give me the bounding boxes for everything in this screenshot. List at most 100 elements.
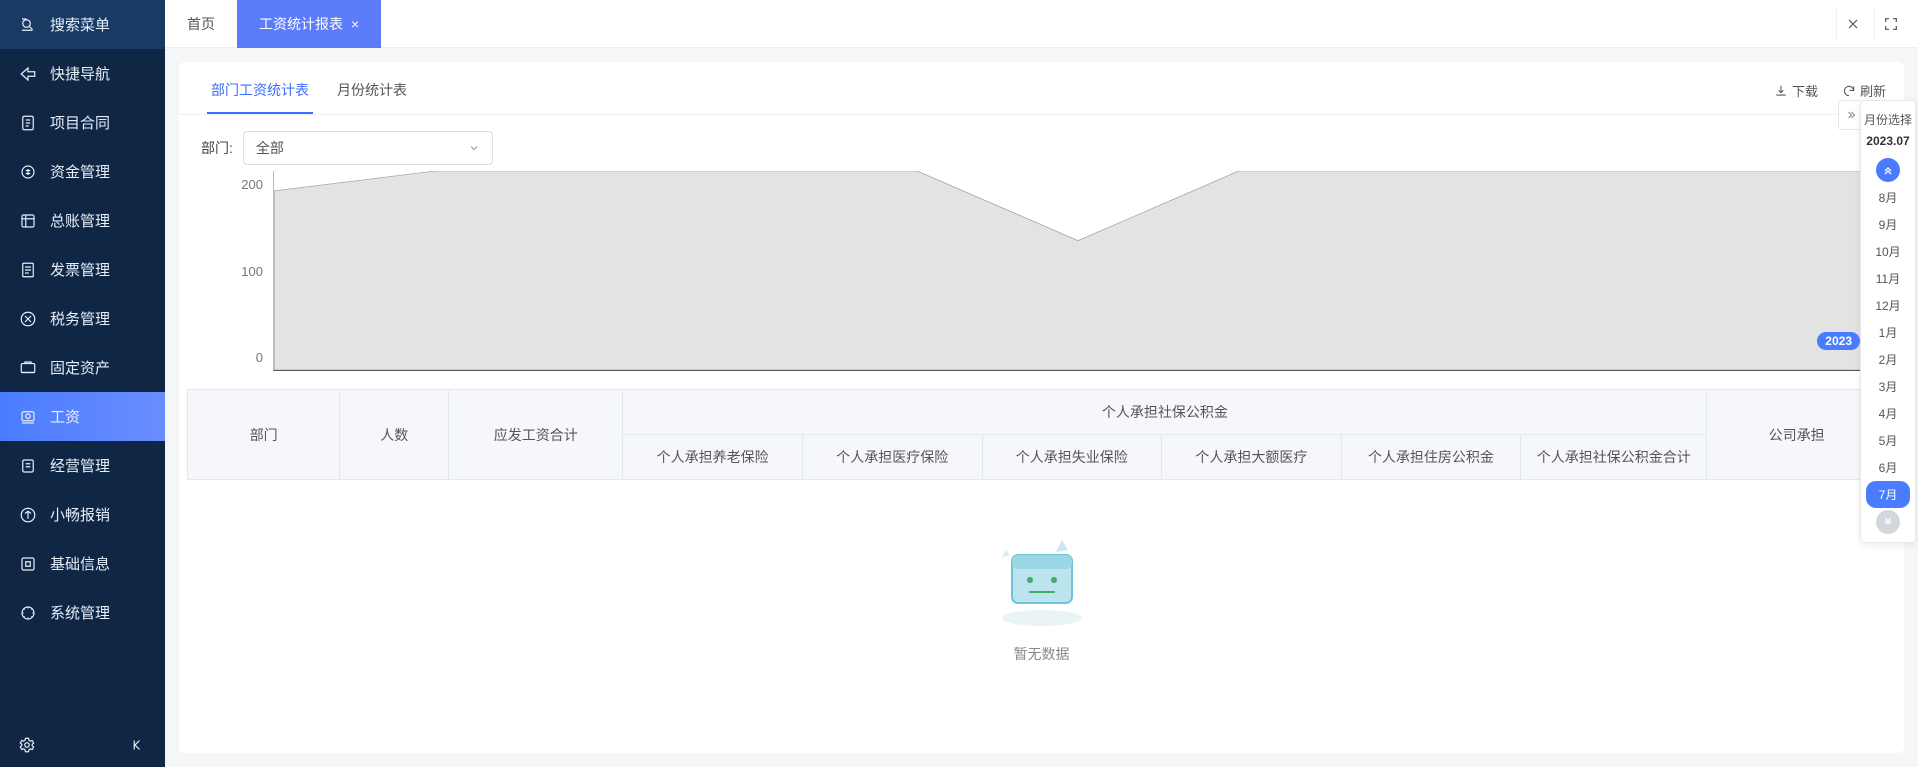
- download-label: 下载: [1792, 81, 1818, 100]
- sidebar-item-system[interactable]: 系统管理: [0, 588, 165, 637]
- y-tick: 200: [241, 177, 263, 192]
- tab-close-icon[interactable]: ×: [351, 17, 359, 31]
- sidebar-item-label: 项目合同: [50, 112, 110, 133]
- sidebar-item-invoice[interactable]: 发票管理: [0, 245, 165, 294]
- sidebar-item-nav[interactable]: 快捷导航: [0, 49, 165, 98]
- th-sub-0: 个人承担养老保险: [623, 435, 803, 480]
- subtab-0[interactable]: 部门工资统计表: [197, 62, 323, 114]
- sidebar-item-label: 固定资产: [50, 357, 110, 378]
- chart-plot: [273, 171, 1882, 371]
- month-item-1月[interactable]: 1月: [1866, 319, 1910, 346]
- sidebar-item-label: 税务管理: [50, 308, 110, 329]
- tab-label: 首页: [187, 14, 215, 34]
- table-wrap[interactable]: 部门人数应发工资合计个人承担社保公积金公司承担个人承担养老保险个人承担医疗保险个…: [179, 371, 1904, 694]
- month-item-10月[interactable]: 10月: [1866, 238, 1910, 265]
- sidebar-item-search-list[interactable]: 搜索菜单: [0, 0, 165, 49]
- chevron-down-icon: [468, 142, 480, 154]
- month-item-5月[interactable]: 5月: [1866, 427, 1910, 454]
- subtab-1[interactable]: 月份统计表: [323, 62, 421, 114]
- th-fixed-2: 应发工资合计: [449, 390, 623, 480]
- gear-icon[interactable]: [18, 736, 36, 757]
- month-item-8月[interactable]: 8月: [1866, 184, 1910, 211]
- sidebar-item-business[interactable]: 经营管理: [0, 441, 165, 490]
- month-item-11月[interactable]: 11月: [1866, 265, 1910, 292]
- sidebar-item-label: 发票管理: [50, 259, 110, 280]
- month-panel: 月份选择 2023.07 8月9月10月11月12月1月2月3月4月5月6月7月: [1860, 100, 1916, 543]
- th-sub-3: 个人承担大额医疗: [1162, 435, 1342, 480]
- system-icon: [18, 603, 38, 623]
- contract-icon: [18, 113, 38, 133]
- sidebar-item-label: 经营管理: [50, 455, 110, 476]
- tab-label: 工资统计报表: [259, 14, 343, 34]
- download-button[interactable]: 下载: [1774, 81, 1818, 100]
- fund-icon: [18, 162, 38, 182]
- th-group: 个人承担社保公积金: [623, 390, 1707, 435]
- sidebar-item-fund[interactable]: 资金管理: [0, 147, 165, 196]
- tab-0[interactable]: 首页: [165, 0, 237, 48]
- empty-illustration-icon: [982, 520, 1102, 630]
- sidebar-item-ledger[interactable]: 总账管理: [0, 196, 165, 245]
- th-fixed-0: 部门: [188, 390, 340, 480]
- th-sub-4: 个人承担住房公积金: [1341, 435, 1521, 480]
- month-item-6月[interactable]: 6月: [1866, 454, 1910, 481]
- sidebar-item-salary[interactable]: 工资: [0, 392, 165, 441]
- month-item-7月[interactable]: 7月: [1866, 481, 1910, 508]
- month-item-12月[interactable]: 12月: [1866, 292, 1910, 319]
- sidebar-item-label: 基础信息: [50, 553, 110, 574]
- month-item-3月[interactable]: 3月: [1866, 373, 1910, 400]
- sidebar-item-label: 小畅报销: [50, 504, 110, 525]
- subtabs: 部门工资统计表月份统计表 下载 刷新: [179, 62, 1904, 115]
- collapse-sidebar-icon[interactable]: [129, 736, 147, 757]
- y-tick: 100: [241, 264, 263, 279]
- sidebar-item-tax[interactable]: 税务管理: [0, 294, 165, 343]
- search-list-icon: [18, 15, 38, 35]
- sidebar-item-label: 搜索菜单: [50, 14, 110, 35]
- th-sub-1: 个人承担医疗保险: [802, 435, 982, 480]
- sidebar-item-label: 资金管理: [50, 161, 110, 182]
- month-panel-prev[interactable]: [1876, 158, 1900, 182]
- tab-close-all-button[interactable]: [1836, 8, 1868, 40]
- main: 首页 工资统计报表 × 部门工资统计表月份统计表 下载: [165, 0, 1918, 767]
- fullscreen-button[interactable]: [1874, 8, 1906, 40]
- empty-text: 暂无数据: [1014, 644, 1070, 664]
- sidebar-item-label: 系统管理: [50, 602, 110, 623]
- filter-row: 部门: 全部: [179, 115, 1904, 171]
- th-sub-5: 个人承担社保公积金合计: [1521, 435, 1707, 480]
- salary-icon: [18, 407, 38, 427]
- sidebar-item-contract[interactable]: 项目合同: [0, 98, 165, 147]
- department-select[interactable]: 全部: [243, 131, 493, 165]
- month-panel-title: 月份选择: [1864, 107, 1912, 132]
- base-icon: [18, 554, 38, 574]
- month-panel-year-badge: 2023: [1817, 332, 1860, 350]
- sidebar-item-expense[interactable]: 小畅报销: [0, 490, 165, 539]
- business-icon: [18, 456, 38, 476]
- month-panel-selected-date: 2023.07: [1866, 132, 1909, 156]
- month-panel-next[interactable]: [1876, 510, 1900, 534]
- department-filter-label: 部门:: [201, 138, 233, 158]
- th-fixed-1: 人数: [340, 390, 449, 480]
- tax-icon: [18, 309, 38, 329]
- month-item-9月[interactable]: 9月: [1866, 211, 1910, 238]
- tab-1[interactable]: 工资统计报表 ×: [237, 0, 381, 48]
- empty-state: 暂无数据: [187, 480, 1896, 694]
- tabbar: 首页 工资统计报表 ×: [165, 0, 1918, 48]
- refresh-button[interactable]: 刷新: [1842, 81, 1886, 100]
- sidebar-item-base[interactable]: 基础信息: [0, 539, 165, 588]
- month-panel-collapse[interactable]: [1838, 100, 1860, 130]
- th-sub-2: 个人承担失业保险: [982, 435, 1162, 480]
- chart-area: 2001000: [179, 171, 1904, 371]
- sidebar-footer: [0, 726, 165, 767]
- month-item-4月[interactable]: 4月: [1866, 400, 1910, 427]
- month-item-2月[interactable]: 2月: [1866, 346, 1910, 373]
- sidebar-item-label: 工资: [50, 406, 80, 427]
- invoice-icon: [18, 260, 38, 280]
- nav-icon: [18, 64, 38, 84]
- asset-icon: [18, 358, 38, 378]
- expense-icon: [18, 505, 38, 525]
- department-select-value: 全部: [256, 138, 284, 158]
- sidebar: 搜索菜单快捷导航项目合同资金管理总账管理发票管理税务管理固定资产工资经营管理小畅…: [0, 0, 165, 767]
- refresh-label: 刷新: [1860, 81, 1886, 100]
- content-card: 部门工资统计表月份统计表 下载 刷新 部门: 全部: [179, 62, 1904, 753]
- sidebar-item-label: 总账管理: [50, 210, 110, 231]
- sidebar-item-asset[interactable]: 固定资产: [0, 343, 165, 392]
